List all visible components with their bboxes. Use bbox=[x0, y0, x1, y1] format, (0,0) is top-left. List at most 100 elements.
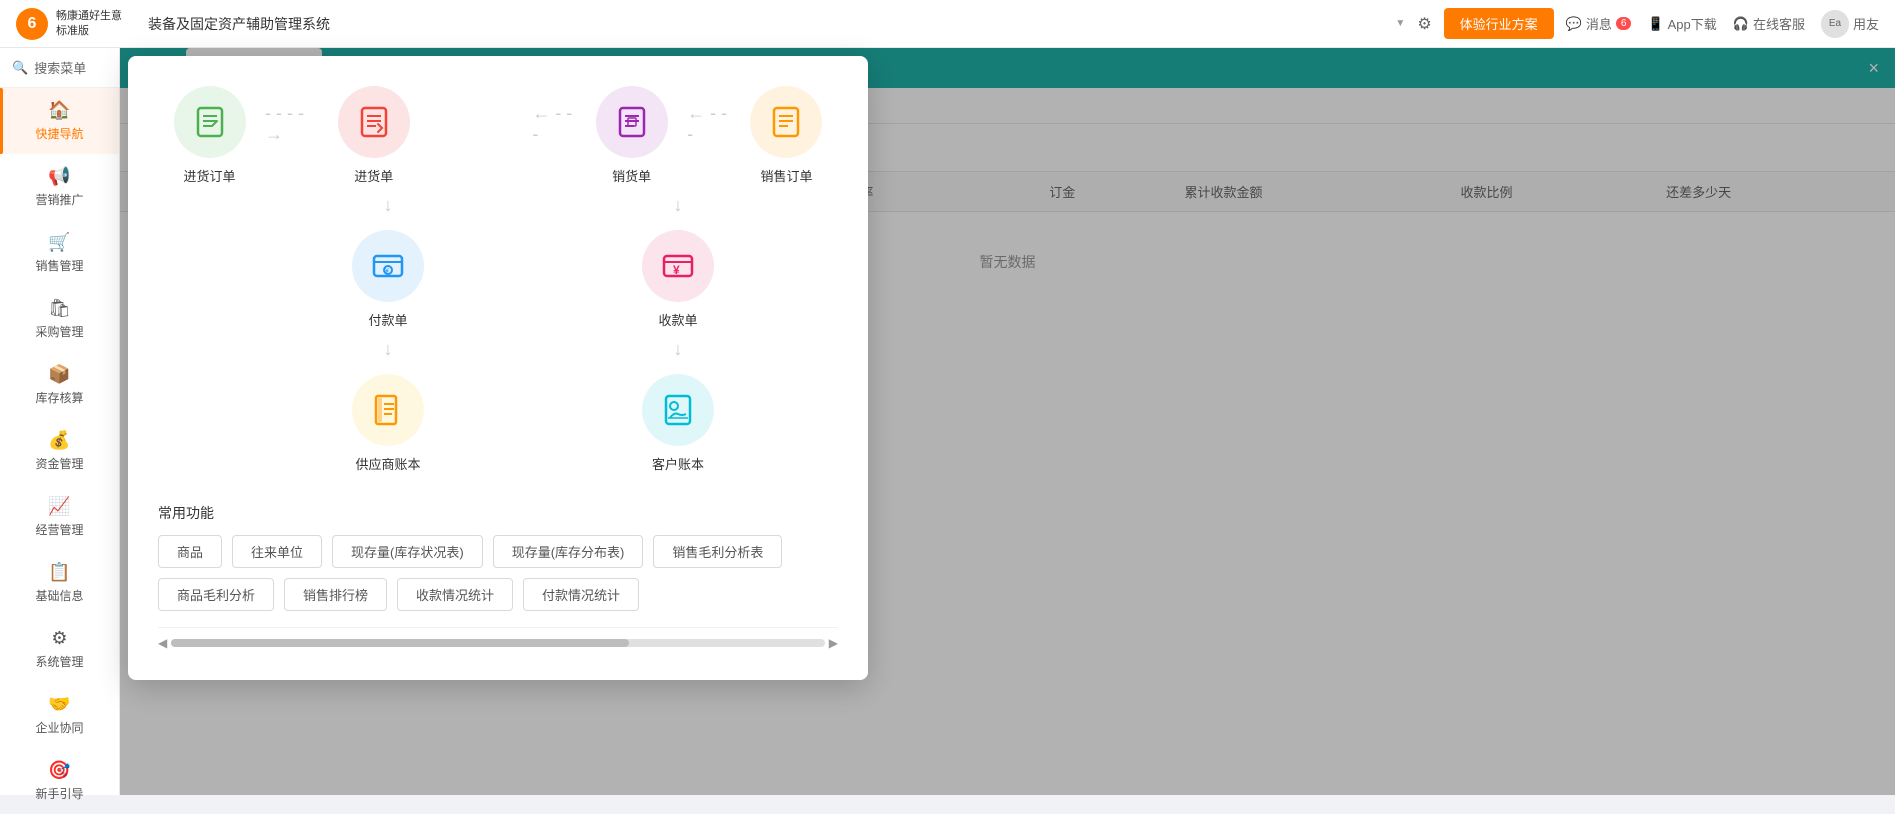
message-label: 消息 bbox=[1586, 14, 1612, 33]
sidebar-item-inventory[interactable]: 📦 库存核算 bbox=[0, 352, 119, 418]
down-arrow-customer-icon: ↓ bbox=[674, 339, 683, 359]
purchase-icon: 🛍 bbox=[48, 298, 71, 319]
common-btn-7[interactable]: 收款情况统计 bbox=[397, 578, 513, 611]
system-title: 装备及固定资产辅助管理系统 bbox=[148, 14, 1383, 34]
flow-row-2: ¥ 付款单 ¥ 收款单 bbox=[158, 230, 838, 329]
receipt-bill-label: 收款单 bbox=[658, 310, 697, 329]
search-menu-button[interactable]: 🔍 搜索菜单 bbox=[0, 48, 119, 88]
payment-bill-label: 付款单 bbox=[368, 310, 407, 329]
sidebar-label-newbie: 新手引导 bbox=[35, 785, 83, 802]
svg-text:¥: ¥ bbox=[673, 263, 680, 277]
app-download-button[interactable]: 📱 App下载 bbox=[1647, 14, 1716, 33]
receipt-bill-node: ¥ 收款单 bbox=[618, 230, 738, 329]
sidebar-item-sys-mgmt[interactable]: ⚙ 系统管理 bbox=[0, 616, 119, 682]
online-service-label: 在线客服 bbox=[1753, 14, 1805, 33]
sidebar-item-quick-guide[interactable]: 🏠 快捷导航 bbox=[0, 88, 119, 154]
flow-row-3: 供应商账本 客户账本 bbox=[158, 374, 838, 473]
sidebar-item-newbie[interactable]: 🎯 新手引导 bbox=[0, 748, 119, 814]
flow-down-row-2: ↓ ↓ bbox=[158, 339, 838, 360]
common-btn-4[interactable]: 销售毛利分析表 bbox=[653, 535, 782, 568]
quick-guide-modal: 进货订单 - - - - → 进货单 ← - - - bbox=[128, 56, 868, 680]
dropdown-arrow-icon[interactable]: ▼ bbox=[1395, 18, 1405, 29]
payment-bill-node: ¥ 付款单 bbox=[328, 230, 448, 329]
sales-order-label: 销售订单 bbox=[760, 166, 812, 185]
sidebar-label-inventory: 库存核算 bbox=[35, 389, 83, 406]
user-name-label: 用友 bbox=[1853, 14, 1879, 33]
common-btn-3[interactable]: 现存量(库存分布表) bbox=[493, 535, 644, 568]
sidebar: 🔍 搜索菜单 🏠 快捷导航 📢 营销推广 🛒 销售管理 🛍 采购管理 📦 库存核… bbox=[0, 48, 120, 795]
customer-ledger-node: 客户账本 bbox=[618, 374, 738, 473]
supplier-ledger-node: 供应商账本 bbox=[328, 374, 448, 473]
sidebar-item-enterprise[interactable]: 🤝 企业协同 bbox=[0, 682, 119, 748]
scroll-right-button[interactable]: ▶ bbox=[829, 636, 838, 650]
sidebar-label-base: 基础信息 bbox=[35, 587, 83, 604]
avatar: Ea bbox=[1821, 10, 1849, 38]
down-arrow-supplier-icon: ↓ bbox=[384, 339, 393, 359]
sales-order-node: 销售订单 bbox=[735, 86, 838, 185]
sidebar-item-sales-mgmt[interactable]: 🛒 销售管理 bbox=[0, 220, 119, 286]
modal-overlay[interactable]: 进货订单 - - - - → 进货单 ← - - - bbox=[120, 48, 1895, 795]
purchase-receipt-circle[interactable] bbox=[338, 86, 410, 158]
common-buttons-row-1: 商品往来单位现存量(库存状况表) 现存量(库存分布表) 销售毛利分析表商品毛利分析销… bbox=[158, 535, 838, 611]
arrow-left-2: ← - - - bbox=[683, 103, 735, 145]
scroll-track[interactable] bbox=[171, 639, 825, 647]
flow-down-row: ↓ ↓ bbox=[158, 195, 838, 216]
logo-line2: 标准版 bbox=[56, 24, 122, 38]
gear-icon[interactable]: ⚙ bbox=[1417, 14, 1431, 34]
enterprise-icon: 🤝 bbox=[48, 694, 70, 715]
sidebar-item-operations[interactable]: 📈 经营管理 bbox=[0, 484, 119, 550]
purchase-receipt-label: 进货单 bbox=[354, 166, 393, 185]
common-functions-title: 常用功能 bbox=[158, 503, 838, 523]
sidebar-label-operations: 经营管理 bbox=[35, 521, 83, 538]
purchase-order-node: 进货订单 bbox=[158, 86, 261, 185]
receipt-bill-circle[interactable]: ¥ bbox=[642, 230, 714, 302]
logo-area: 6 畅康通好生意 标准版 bbox=[16, 8, 136, 40]
arrow-right-1: - - - - → bbox=[261, 103, 322, 145]
customer-ledger-circle[interactable] bbox=[642, 374, 714, 446]
try-button[interactable]: 体验行业方案 bbox=[1444, 8, 1554, 39]
scroll-arrows: ◀ ▶ bbox=[158, 636, 838, 650]
common-btn-2[interactable]: 现存量(库存状况表) bbox=[332, 535, 483, 568]
down-arrow-payment: ↓ bbox=[328, 195, 448, 216]
sidebar-item-finance[interactable]: 💰 资金管理 bbox=[0, 418, 119, 484]
purchase-order-circle[interactable] bbox=[174, 86, 246, 158]
active-indicator bbox=[0, 88, 3, 154]
message-badge: 6 bbox=[1616, 17, 1632, 30]
scroll-left-button[interactable]: ◀ bbox=[158, 636, 167, 650]
common-btn-5[interactable]: 商品毛利分析 bbox=[158, 578, 274, 611]
sidebar-label-finance: 资金管理 bbox=[35, 455, 83, 472]
online-service-button[interactable]: 🎧 在线客服 bbox=[1733, 14, 1805, 33]
message-icon: 💬 bbox=[1566, 16, 1582, 32]
base-info-icon: 📋 bbox=[48, 562, 70, 583]
sidebar-item-base-info[interactable]: 📋 基础信息 bbox=[0, 550, 119, 616]
customer-ledger-label: 客户账本 bbox=[652, 454, 704, 473]
search-menu-label: 搜索菜单 bbox=[34, 58, 86, 77]
flow-row-1: 进货订单 - - - - → 进货单 ← - - - bbox=[158, 86, 838, 185]
service-icon: 🎧 bbox=[1733, 16, 1749, 32]
finance-icon: 💰 bbox=[48, 430, 70, 451]
operations-icon: 📈 bbox=[48, 496, 70, 517]
common-btn-0[interactable]: 商品 bbox=[158, 535, 222, 568]
sales-bill-circle[interactable] bbox=[596, 86, 668, 158]
purchase-receipt-node: 进货单 bbox=[322, 86, 425, 185]
avatar-text: Ea bbox=[1821, 10, 1849, 38]
sales-bill-node: 销货单 bbox=[580, 86, 683, 185]
message-button[interactable]: 💬 消息 6 bbox=[1566, 14, 1632, 33]
home-icon: 🏠 bbox=[48, 100, 70, 121]
header-actions: 💬 消息 6 📱 App下载 🎧 在线客服 Ea 用友 bbox=[1566, 10, 1879, 38]
down-arrow-customer: ↓ bbox=[618, 339, 738, 360]
common-btn-1[interactable]: 往来单位 bbox=[232, 535, 322, 568]
sidebar-item-purchase-mgmt[interactable]: 🛍 采购管理 bbox=[0, 286, 119, 352]
common-btn-6[interactable]: 销售排行榜 bbox=[284, 578, 387, 611]
payment-bill-circle[interactable]: ¥ bbox=[352, 230, 424, 302]
search-icon: 🔍 bbox=[12, 60, 28, 76]
scroll-thumb[interactable] bbox=[171, 639, 628, 647]
common-btn-8[interactable]: 付款情况统计 bbox=[523, 578, 639, 611]
sidebar-item-marketing[interactable]: 📢 营销推广 bbox=[0, 154, 119, 220]
supplier-ledger-label: 供应商账本 bbox=[355, 454, 420, 473]
sales-order-circle[interactable] bbox=[750, 86, 822, 158]
down-arrow-receipt-icon: ↓ bbox=[674, 195, 683, 215]
user-menu-button[interactable]: Ea 用友 bbox=[1821, 10, 1879, 38]
common-functions-section: 常用功能 商品往来单位现存量(库存状况表)现存量(库存分布表)销售毛利分析表商品… bbox=[158, 503, 838, 611]
supplier-ledger-circle[interactable] bbox=[352, 374, 424, 446]
